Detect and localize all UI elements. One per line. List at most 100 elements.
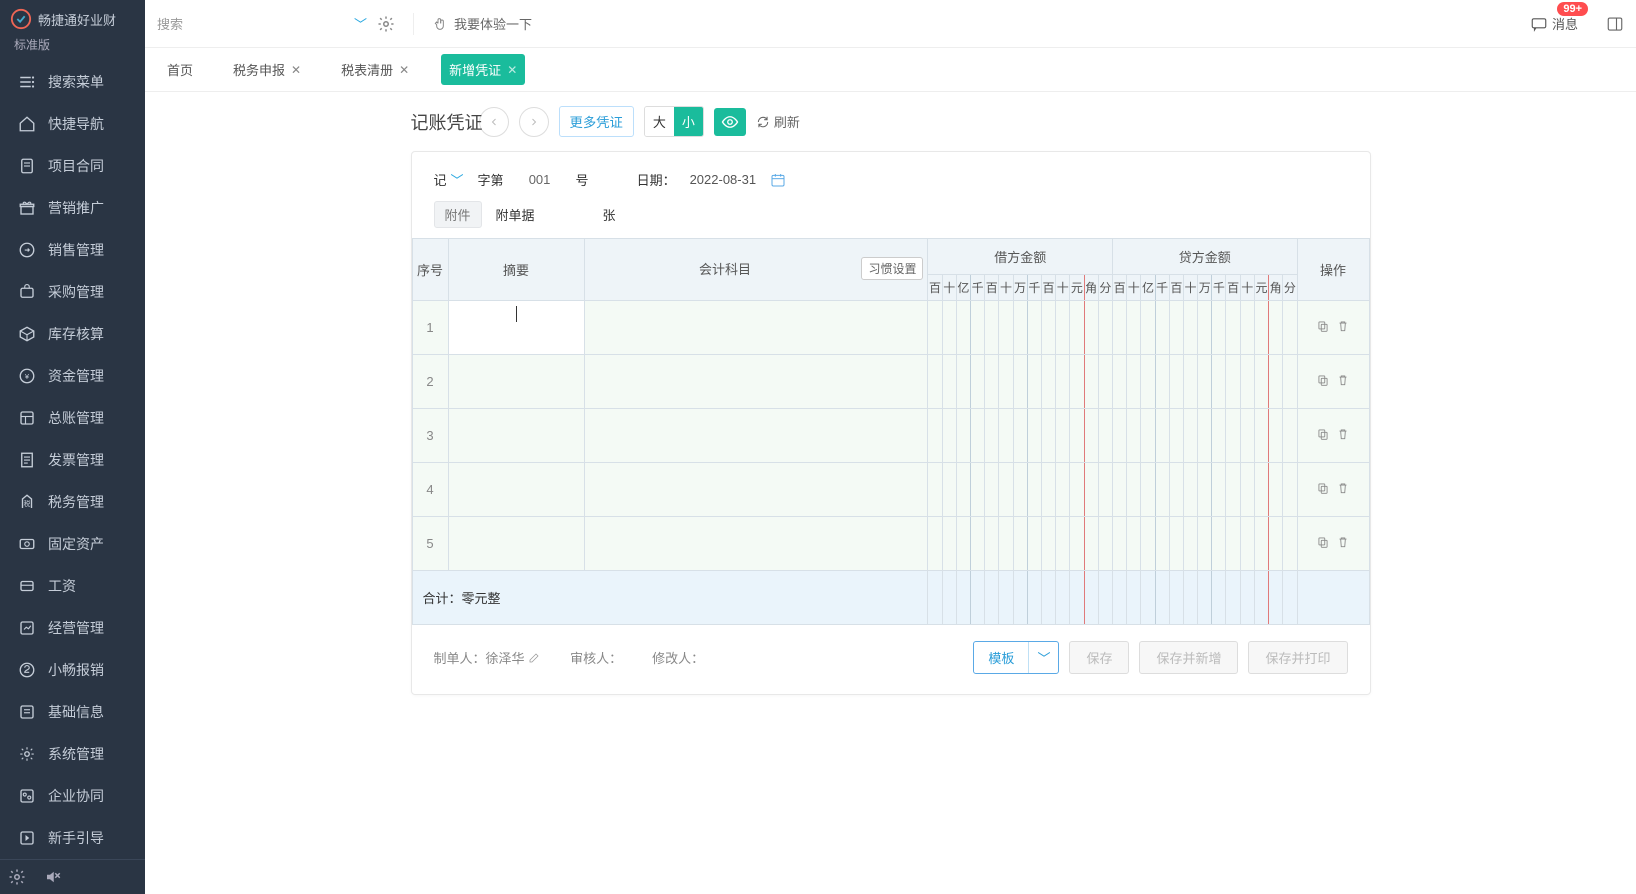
digit-cell[interactable] bbox=[1254, 355, 1268, 409]
sidebar-item-1[interactable]: 快捷导航 bbox=[0, 103, 145, 145]
delete-row-icon[interactable] bbox=[1336, 373, 1350, 387]
sidebar-item-13[interactable]: 经营管理 bbox=[0, 607, 145, 649]
digit-cell[interactable] bbox=[1084, 301, 1098, 355]
digit-cell[interactable] bbox=[985, 517, 999, 571]
digit-cell[interactable] bbox=[956, 355, 970, 409]
digit-cell[interactable] bbox=[1141, 301, 1155, 355]
digit-cell[interactable] bbox=[1240, 571, 1254, 625]
subject-cell[interactable] bbox=[584, 409, 928, 463]
digit-cell[interactable] bbox=[1198, 571, 1212, 625]
digit-cell[interactable] bbox=[942, 571, 956, 625]
digit-cell[interactable] bbox=[1269, 409, 1283, 463]
calendar-icon[interactable] bbox=[770, 172, 786, 188]
tab-1[interactable]: 税务申报✕ bbox=[225, 54, 309, 85]
copy-row-icon[interactable] bbox=[1316, 481, 1330, 495]
digit-cell[interactable] bbox=[971, 517, 985, 571]
digit-cell[interactable] bbox=[1240, 463, 1254, 517]
panel-icon[interactable] bbox=[1606, 15, 1624, 33]
summary-cell[interactable] bbox=[448, 301, 584, 355]
digit-cell[interactable] bbox=[1212, 301, 1226, 355]
digit-cell[interactable] bbox=[1041, 571, 1055, 625]
digit-cell[interactable] bbox=[1226, 355, 1240, 409]
template-button[interactable]: 模板 ﹀ bbox=[973, 641, 1059, 674]
digit-cell[interactable] bbox=[1041, 355, 1055, 409]
sidebar-item-15[interactable]: 基础信息 bbox=[0, 691, 145, 733]
digit-cell[interactable] bbox=[956, 409, 970, 463]
digit-cell[interactable] bbox=[1169, 301, 1183, 355]
digit-cell[interactable] bbox=[1155, 517, 1169, 571]
digit-cell[interactable] bbox=[1283, 355, 1297, 409]
delete-row-icon[interactable] bbox=[1336, 319, 1350, 333]
digit-cell[interactable] bbox=[1254, 463, 1268, 517]
digit-cell[interactable] bbox=[1254, 571, 1268, 625]
digit-cell[interactable] bbox=[971, 463, 985, 517]
digit-cell[interactable] bbox=[1240, 517, 1254, 571]
digit-cell[interactable] bbox=[1127, 463, 1141, 517]
digit-cell[interactable] bbox=[1198, 409, 1212, 463]
digit-cell[interactable] bbox=[985, 355, 999, 409]
digit-cell[interactable] bbox=[971, 355, 985, 409]
save-button[interactable]: 保存 bbox=[1069, 641, 1129, 674]
summary-cell[interactable] bbox=[448, 517, 584, 571]
digit-cell[interactable] bbox=[985, 463, 999, 517]
digit-cell[interactable] bbox=[1269, 463, 1283, 517]
digit-cell[interactable] bbox=[1027, 409, 1041, 463]
digit-cell[interactable] bbox=[1112, 355, 1126, 409]
digit-cell[interactable] bbox=[1269, 517, 1283, 571]
digit-cell[interactable] bbox=[1027, 463, 1041, 517]
digit-cell[interactable] bbox=[1212, 463, 1226, 517]
digit-cell[interactable] bbox=[942, 301, 956, 355]
close-icon[interactable]: ✕ bbox=[399, 63, 409, 77]
digit-cell[interactable] bbox=[1169, 517, 1183, 571]
digit-cell[interactable] bbox=[1098, 463, 1112, 517]
copy-row-icon[interactable] bbox=[1316, 373, 1330, 387]
digit-cell[interactable] bbox=[1198, 463, 1212, 517]
copy-row-icon[interactable] bbox=[1316, 427, 1330, 441]
digit-cell[interactable] bbox=[1127, 355, 1141, 409]
delete-row-icon[interactable] bbox=[1336, 535, 1350, 549]
tab-2[interactable]: 税表清册✕ bbox=[333, 54, 417, 85]
digit-cell[interactable] bbox=[1269, 301, 1283, 355]
digit-cell[interactable] bbox=[985, 409, 999, 463]
save-new-button[interactable]: 保存并新增 bbox=[1139, 641, 1238, 674]
refresh-button[interactable]: 刷新 bbox=[756, 112, 800, 131]
sidebar-item-2[interactable]: 项目合同 bbox=[0, 145, 145, 187]
digit-cell[interactable] bbox=[1013, 517, 1027, 571]
sidebar-item-3[interactable]: 营销推广 bbox=[0, 187, 145, 229]
digit-cell[interactable] bbox=[1226, 409, 1240, 463]
close-icon[interactable]: ✕ bbox=[291, 63, 301, 77]
digit-cell[interactable] bbox=[1084, 517, 1098, 571]
size-large-button[interactable]: 大 bbox=[645, 107, 674, 136]
digit-cell[interactable] bbox=[956, 463, 970, 517]
save-print-button[interactable]: 保存并打印 bbox=[1248, 641, 1347, 674]
summary-cell[interactable] bbox=[448, 355, 584, 409]
digit-cell[interactable] bbox=[1098, 301, 1112, 355]
digit-cell[interactable] bbox=[1198, 355, 1212, 409]
digit-cell[interactable] bbox=[1056, 463, 1070, 517]
copy-row-icon[interactable] bbox=[1316, 319, 1330, 333]
sidebar-item-11[interactable]: 固定资产 bbox=[0, 523, 145, 565]
digit-cell[interactable] bbox=[1212, 355, 1226, 409]
sidebar-item-16[interactable]: 系统管理 bbox=[0, 733, 145, 775]
digit-cell[interactable] bbox=[1226, 571, 1240, 625]
digit-cell[interactable] bbox=[1283, 409, 1297, 463]
attachment-button[interactable]: 附件 bbox=[434, 201, 482, 228]
digit-cell[interactable] bbox=[1027, 355, 1041, 409]
gear-icon[interactable] bbox=[377, 15, 395, 33]
digit-cell[interactable] bbox=[1013, 409, 1027, 463]
more-vouchers-button[interactable]: 更多凭证 bbox=[559, 106, 634, 137]
sidebar-item-17[interactable]: 企业协同 bbox=[0, 775, 145, 817]
digit-cell[interactable] bbox=[971, 301, 985, 355]
digit-cell[interactable] bbox=[1198, 301, 1212, 355]
subject-cell[interactable] bbox=[584, 301, 928, 355]
digit-cell[interactable] bbox=[1212, 571, 1226, 625]
digit-cell[interactable] bbox=[1183, 409, 1197, 463]
digit-cell[interactable] bbox=[985, 571, 999, 625]
digit-cell[interactable] bbox=[1112, 463, 1126, 517]
digit-cell[interactable] bbox=[1155, 571, 1169, 625]
digit-cell[interactable] bbox=[1127, 571, 1141, 625]
sidebar-item-0[interactable]: 搜索菜单 bbox=[0, 61, 145, 103]
digit-cell[interactable] bbox=[1070, 301, 1084, 355]
digit-cell[interactable] bbox=[1041, 301, 1055, 355]
digit-cell[interactable] bbox=[1240, 409, 1254, 463]
